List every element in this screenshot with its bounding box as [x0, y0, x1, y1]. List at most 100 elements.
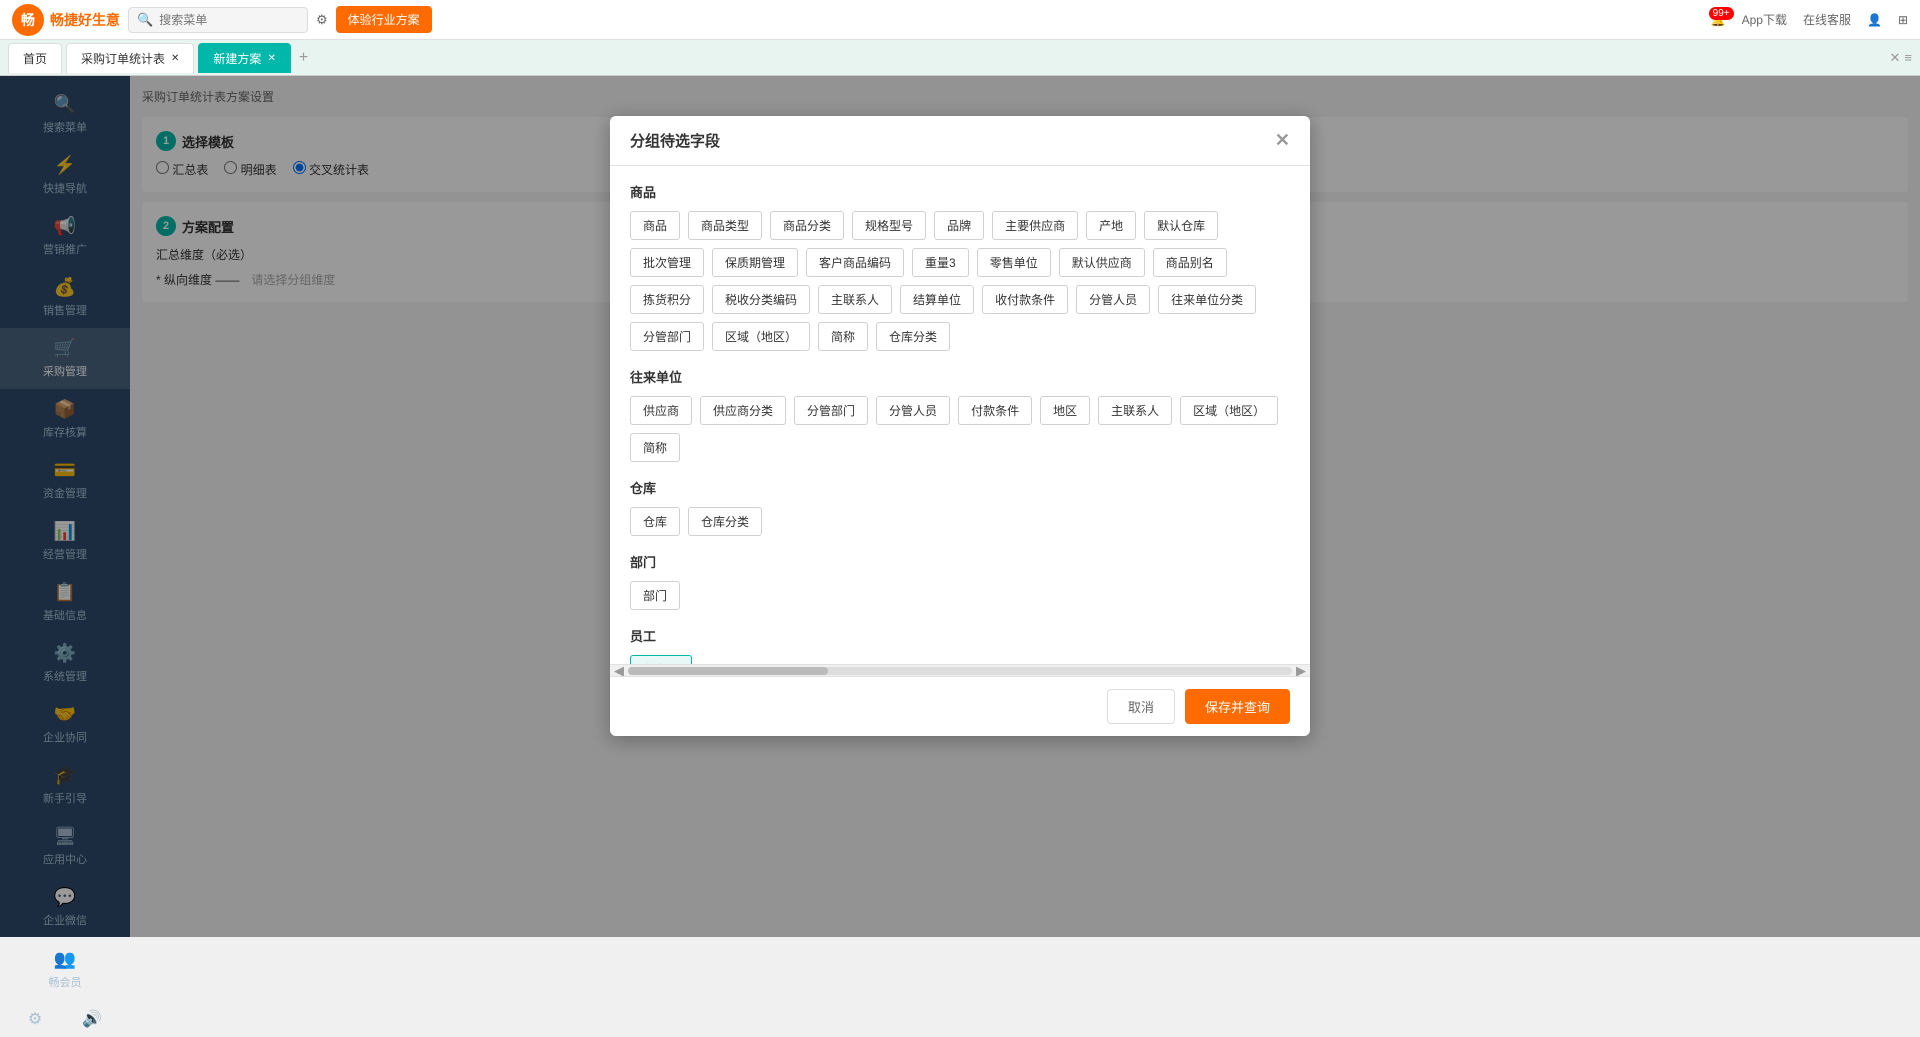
field-tag-主要供应商[interactable]: 主要供应商	[992, 211, 1078, 240]
field-tag-商品别名[interactable]: 商品别名	[1153, 248, 1227, 277]
top-bar-right: 🔔 99+ App下载 在线客服 👤 ⊞	[1711, 11, 1908, 28]
modal-overlay: 分组待选字段 ✕ 商品商品商品类型商品分类规格型号品牌主要供应商产地默认仓库批次…	[0, 76, 1920, 937]
field-tag-保质期管理[interactable]: 保质期管理	[712, 248, 798, 277]
section-goods-tags: 商品商品类型商品分类规格型号品牌主要供应商产地默认仓库批次管理保质期管理客户商品…	[630, 211, 1290, 351]
notification-badge: 99+	[1709, 7, 1734, 20]
field-tag-分管人员[interactable]: 分管人员	[1076, 285, 1150, 314]
field-tag-供应商[interactable]: 供应商	[630, 396, 692, 425]
field-tag-主联系人[interactable]: 主联系人	[818, 285, 892, 314]
tab-bar: 首页 采购订单统计表 ✕ 新建方案 ✕ + ✕ ≡	[0, 40, 1920, 76]
section-warehouse-title: 仓库	[630, 478, 1290, 497]
logo-text: 畅捷好生意	[50, 10, 120, 30]
field-tag-收付款条件[interactable]: 收付款条件	[982, 285, 1068, 314]
field-tag-拣货积分[interactable]: 拣货积分	[630, 285, 704, 314]
experience-btn[interactable]: 体验行业方案	[336, 6, 432, 33]
section-counterpart-title: 往来单位	[630, 367, 1290, 386]
field-tag-部门[interactable]: 部门	[630, 581, 680, 610]
sidebar-settings-icon[interactable]: ⚙	[28, 1009, 42, 1029]
tab-home[interactable]: 首页	[8, 43, 62, 73]
expand-icon[interactable]: ⊞	[1898, 13, 1908, 27]
field-tag-供应商分类[interactable]: 供应商分类	[700, 396, 786, 425]
field-tag-付款条件[interactable]: 付款条件	[958, 396, 1032, 425]
section-warehouse-tags: 仓库仓库分类	[630, 507, 1290, 536]
field-tag-分管部门[interactable]: 分管部门	[630, 322, 704, 351]
field-tag-分管人员[interactable]: 分管人员	[876, 396, 950, 425]
tab-purchase-order-close[interactable]: ✕	[171, 53, 179, 64]
search-input[interactable]	[159, 13, 279, 27]
modal-footer: 取消 保存并查询	[610, 676, 1310, 736]
scrollbar-track	[628, 667, 1292, 675]
field-tag-仓库分类[interactable]: 仓库分类	[688, 507, 762, 536]
top-bar-left: 畅 畅捷好生意 🔍 ⚙ 体验行业方案	[12, 4, 432, 36]
field-tag-规格型号[interactable]: 规格型号	[852, 211, 926, 240]
user-avatar[interactable]: 👤	[1867, 13, 1882, 27]
tab-purchase-order-label: 采购订单统计表	[81, 50, 165, 67]
cancel-button[interactable]: 取消	[1107, 689, 1175, 724]
field-tag-产地[interactable]: 产地	[1086, 211, 1136, 240]
section-warehouse: 仓库仓库仓库分类	[630, 478, 1290, 536]
field-tag-客户商品编码[interactable]: 客户商品编码	[806, 248, 904, 277]
field-tag-区域（地区）[interactable]: 区域（地区）	[1180, 396, 1278, 425]
field-tag-税收分类编码[interactable]: 税收分类编码	[712, 285, 810, 314]
sidebar-item-member[interactable]: 👥 畅会员	[0, 938, 130, 1000]
logo-area: 畅 畅捷好生意	[12, 4, 120, 36]
notification-area[interactable]: 🔔 99+	[1711, 13, 1726, 27]
field-tag-地区[interactable]: 地区	[1040, 396, 1090, 425]
section-employee: 员工业务员	[630, 626, 1290, 664]
tab-new-scheme[interactable]: 新建方案 ✕	[198, 43, 290, 73]
field-tag-默认供应商[interactable]: 默认供应商	[1059, 248, 1145, 277]
app-download-link[interactable]: App下载	[1742, 11, 1787, 28]
section-employee-tags: 业务员	[630, 655, 1290, 664]
field-tag-商品[interactable]: 商品	[630, 211, 680, 240]
field-tag-批次管理[interactable]: 批次管理	[630, 248, 704, 277]
tab-home-label: 首页	[23, 50, 47, 67]
field-tag-商品类型[interactable]: 商品类型	[688, 211, 762, 240]
field-tag-结算单位[interactable]: 结算单位	[900, 285, 974, 314]
field-tag-零售单位[interactable]: 零售单位	[977, 248, 1051, 277]
field-tag-仓库[interactable]: 仓库	[630, 507, 680, 536]
field-tag-重量3[interactable]: 重量3	[912, 248, 969, 277]
sidebar-speaker-icon[interactable]: 🔊	[82, 1009, 102, 1029]
tab-new-scheme-label: 新建方案	[213, 50, 261, 67]
field-tag-分管部门[interactable]: 分管部门	[794, 396, 868, 425]
modal-close-btn[interactable]: ✕	[1275, 130, 1290, 151]
modal: 分组待选字段 ✕ 商品商品商品类型商品分类规格型号品牌主要供应商产地默认仓库批次…	[610, 116, 1310, 736]
tab-add-icon[interactable]: +	[299, 49, 308, 67]
modal-body: 商品商品商品类型商品分类规格型号品牌主要供应商产地默认仓库批次管理保质期管理客户…	[610, 166, 1310, 664]
scrollbar-thumb[interactable]	[628, 667, 828, 675]
section-department: 部门部门	[630, 552, 1290, 610]
tab-bar-close-icon[interactable]: ✕	[1890, 50, 1901, 66]
section-department-title: 部门	[630, 552, 1290, 571]
modal-header: 分组待选字段 ✕	[610, 116, 1310, 166]
tab-new-scheme-close[interactable]: ✕	[267, 53, 275, 64]
field-tag-主联系人[interactable]: 主联系人	[1098, 396, 1172, 425]
member-icon: 👥	[54, 949, 76, 970]
section-counterpart-tags: 供应商供应商分类分管部门分管人员付款条件地区主联系人区域（地区） 简称	[630, 396, 1290, 462]
search-bar[interactable]: 🔍	[128, 7, 308, 33]
settings-icon[interactable]: ⚙	[316, 12, 328, 28]
field-tag-品牌[interactable]: 品牌	[934, 211, 984, 240]
tab-purchase-order[interactable]: 采购订单统计表 ✕	[66, 43, 194, 73]
modal-title: 分组待选字段	[630, 130, 720, 151]
section-employee-title: 员工	[630, 626, 1290, 645]
section-goods: 商品商品商品类型商品分类规格型号品牌主要供应商产地默认仓库批次管理保质期管理客户…	[630, 182, 1290, 351]
section-department-tags: 部门	[630, 581, 1290, 610]
save-button[interactable]: 保存并查询	[1185, 689, 1290, 724]
field-tag-仓库分类[interactable]: 仓库分类	[876, 322, 950, 351]
field-tag-往来单位分类[interactable]: 往来单位分类	[1158, 285, 1256, 314]
tab-bar-menu-icon[interactable]: ≡	[1904, 50, 1912, 66]
field-tag-简称[interactable]: 简称	[818, 322, 868, 351]
field-tag-区域（地区）[interactable]: 区域（地区）	[712, 322, 810, 351]
section-counterpart: 往来单位供应商供应商分类分管部门分管人员付款条件地区主联系人区域（地区） 简称	[630, 367, 1290, 462]
sidebar-item-member-label: 畅会员	[49, 974, 82, 990]
logo-icon: 畅	[12, 4, 44, 36]
field-tag-默认仓库[interactable]: 默认仓库	[1144, 211, 1218, 240]
section-goods-title: 商品	[630, 182, 1290, 201]
field-tag-简称[interactable]: 简称	[630, 433, 680, 462]
top-bar: 畅 畅捷好生意 🔍 ⚙ 体验行业方案 🔔 99+ App下载 在线客服 👤 ⊞	[0, 0, 1920, 40]
online-service-link[interactable]: 在线客服	[1803, 11, 1851, 28]
field-tag-商品分类[interactable]: 商品分类	[770, 211, 844, 240]
field-tag-业务员[interactable]: 业务员	[630, 655, 692, 664]
modal-scrollbar[interactable]: ◀ ▶	[610, 664, 1310, 676]
search-icon: 🔍	[137, 12, 153, 28]
